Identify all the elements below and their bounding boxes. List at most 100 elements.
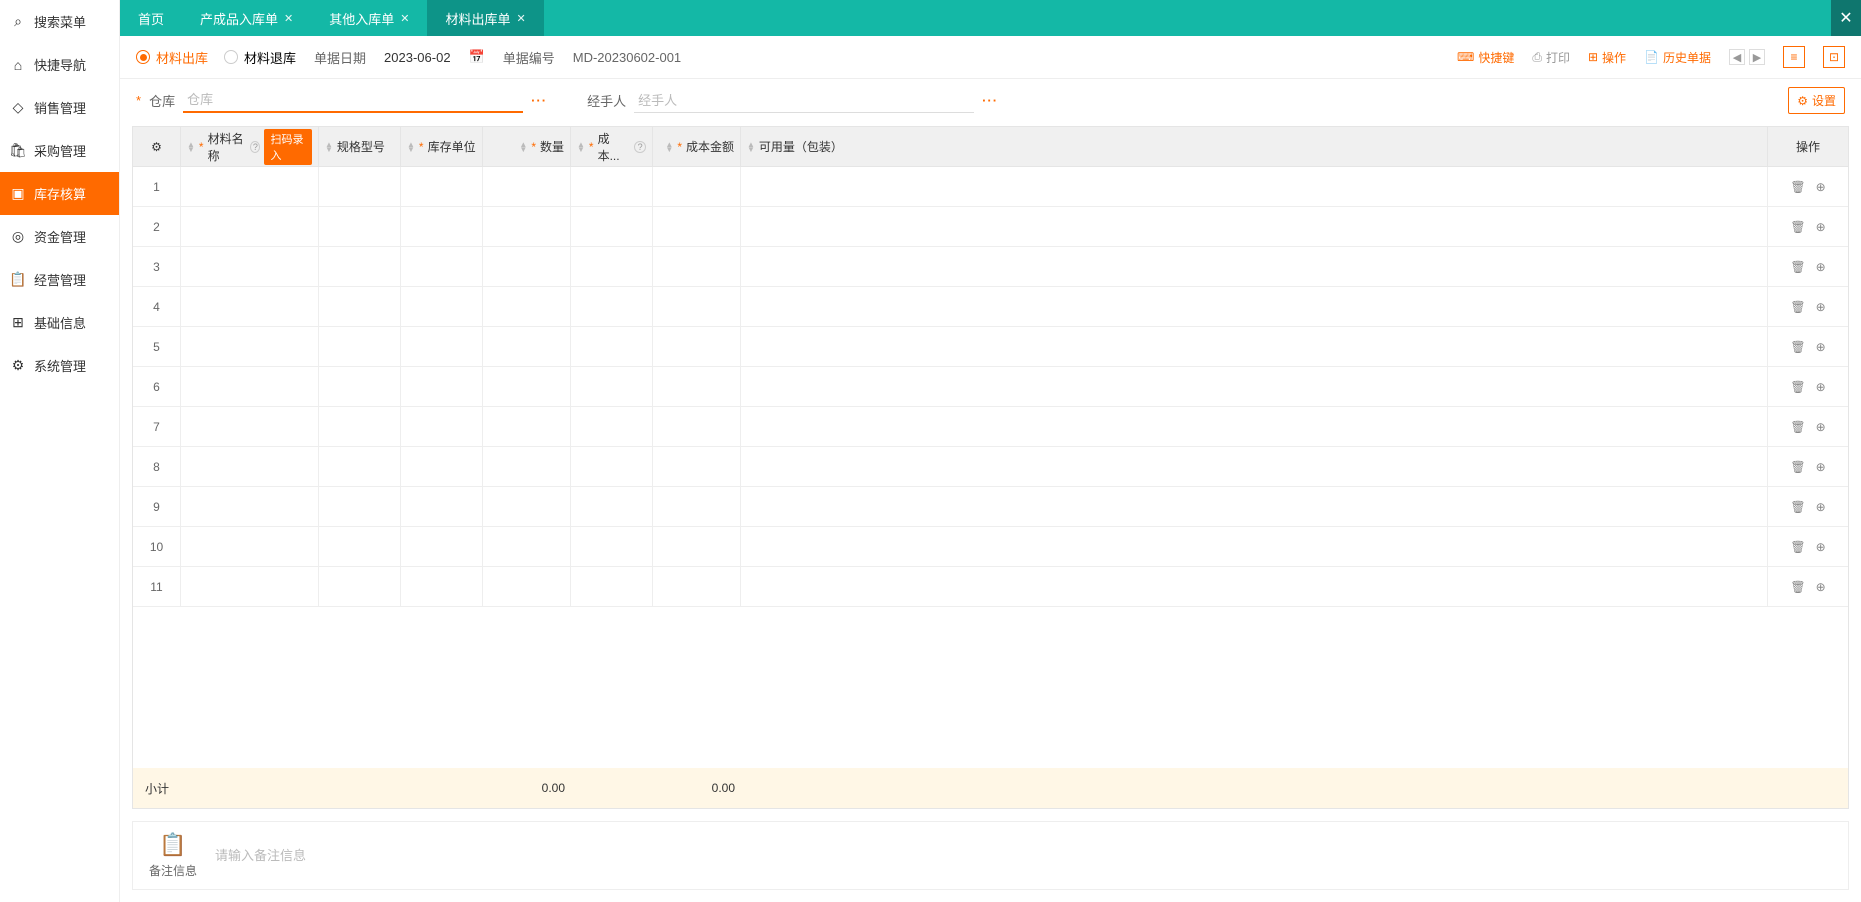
add-row-icon[interactable]: ⊕ [1816,300,1826,314]
close-icon[interactable]: ✕ [517,12,526,25]
th-qty[interactable]: ▲▼ * 数量 [483,127,571,166]
cell-amount[interactable] [653,207,741,246]
delete-row-icon[interactable]: 🗑 [1790,420,1805,434]
cell-avail[interactable] [741,527,1768,566]
sort-icon[interactable]: ▲▼ [519,142,527,152]
delete-row-icon[interactable]: 🗑 [1790,460,1805,474]
cell-qty[interactable] [483,447,571,486]
cell-spec[interactable] [319,367,401,406]
delete-row-icon[interactable]: 🗑 [1790,580,1805,594]
cell-cost[interactable] [571,407,653,446]
next-doc-button[interactable]: ▶ [1749,49,1765,65]
cell-avail[interactable] [741,367,1768,406]
table-row[interactable]: 9🗑⊕ [133,487,1848,527]
cell-spec[interactable] [319,567,401,606]
th-unit[interactable]: ▲▼ * 库存单位 [401,127,483,166]
cell-cost[interactable] [571,327,653,366]
cell-amount[interactable] [653,407,741,446]
cell-unit[interactable] [401,407,483,446]
cell-avail[interactable] [741,287,1768,326]
cell-avail[interactable] [741,447,1768,486]
cell-cost[interactable] [571,167,653,206]
sidebar-item-system[interactable]: ⚙ 系统管理 [0,344,119,387]
sort-icon[interactable]: ▲▼ [665,142,673,152]
remarks-input[interactable] [215,848,615,863]
add-row-icon[interactable]: ⊕ [1816,380,1826,394]
cell-cost[interactable] [571,527,653,566]
cell-name[interactable] [181,567,319,606]
cell-amount[interactable] [653,167,741,206]
cell-avail[interactable] [741,487,1768,526]
cell-name[interactable] [181,527,319,566]
delete-row-icon[interactable]: 🗑 [1790,180,1805,194]
cell-spec[interactable] [319,247,401,286]
radio-material-out[interactable]: 材料出库 [136,48,208,67]
cell-name[interactable] [181,407,319,446]
sidebar-item-funds[interactable]: ◎ 资金管理 [0,215,119,258]
scan-entry-button[interactable]: 扫码录入 [264,129,312,165]
table-row[interactable]: 8🗑⊕ [133,447,1848,487]
cell-spec[interactable] [319,447,401,486]
cell-name[interactable] [181,207,319,246]
cell-name[interactable] [181,247,319,286]
sort-icon[interactable]: ▲▼ [577,142,585,152]
cell-unit[interactable] [401,327,483,366]
tab-other-in[interactable]: 其他入库单 ✕ [311,0,427,36]
cell-qty[interactable] [483,367,571,406]
delete-row-icon[interactable]: 🗑 [1790,300,1805,314]
sort-icon[interactable]: ▲▼ [187,142,195,152]
add-row-icon[interactable]: ⊕ [1816,420,1826,434]
cell-unit[interactable] [401,527,483,566]
cell-cost[interactable] [571,287,653,326]
cell-name[interactable] [181,447,319,486]
table-row[interactable]: 10🗑⊕ [133,527,1848,567]
cell-qty[interactable] [483,567,571,606]
sort-icon[interactable]: ▲▼ [747,142,755,152]
cell-avail[interactable] [741,567,1768,606]
th-spec[interactable]: ▲▼ 规格型号 [319,127,401,166]
cell-avail[interactable] [741,247,1768,286]
add-row-icon[interactable]: ⊕ [1816,340,1826,354]
cell-spec[interactable] [319,527,401,566]
table-row[interactable]: 2🗑⊕ [133,207,1848,247]
handler-input[interactable] [634,89,974,113]
cell-name[interactable] [181,487,319,526]
cell-qty[interactable] [483,327,571,366]
sidebar-item-search[interactable]: ⌕ 搜索菜单 [0,0,119,43]
sort-icon[interactable]: ▲▼ [407,142,415,152]
cell-amount[interactable] [653,567,741,606]
close-all-tabs[interactable]: ✕ [1831,0,1861,36]
cell-avail[interactable] [741,207,1768,246]
help-icon[interactable]: ? [634,141,646,153]
delete-row-icon[interactable]: 🗑 [1790,220,1805,234]
list-button[interactable]: ≡ [1783,46,1805,68]
cell-spec[interactable] [319,287,401,326]
cell-qty[interactable] [483,407,571,446]
cell-qty[interactable] [483,247,571,286]
settings-button[interactable]: ⚙ 设置 [1788,87,1845,114]
sidebar-item-sales[interactable]: ◇ 销售管理 [0,86,119,129]
cell-qty[interactable] [483,287,571,326]
add-row-icon[interactable]: ⊕ [1816,180,1826,194]
cell-unit[interactable] [401,567,483,606]
cell-unit[interactable] [401,207,483,246]
table-row[interactable]: 1🗑⊕ [133,167,1848,207]
th-settings[interactable]: ⚙ [133,127,181,166]
sidebar-item-operations[interactable]: 📋 经营管理 [0,258,119,301]
sidebar-item-purchase[interactable]: 🛍 采购管理 [0,129,119,172]
calendar-icon[interactable]: 📅 [469,49,485,65]
cell-unit[interactable] [401,167,483,206]
sidebar-item-inventory[interactable]: ▣ 库存核算 [0,172,119,215]
cell-name[interactable] [181,367,319,406]
history-button[interactable]: 📄 历史单据 [1644,49,1711,66]
add-row-icon[interactable]: ⊕ [1816,460,1826,474]
cell-spec[interactable] [319,487,401,526]
cell-avail[interactable] [741,327,1768,366]
delete-row-icon[interactable]: 🗑 [1790,380,1805,394]
cell-amount[interactable] [653,527,741,566]
delete-row-icon[interactable]: 🗑 [1790,540,1805,554]
cell-unit[interactable] [401,487,483,526]
help-icon[interactable]: ? [250,141,260,153]
delete-row-icon[interactable]: 🗑 [1790,340,1805,354]
tab-material-out[interactable]: 材料出库单 ✕ [427,0,543,36]
